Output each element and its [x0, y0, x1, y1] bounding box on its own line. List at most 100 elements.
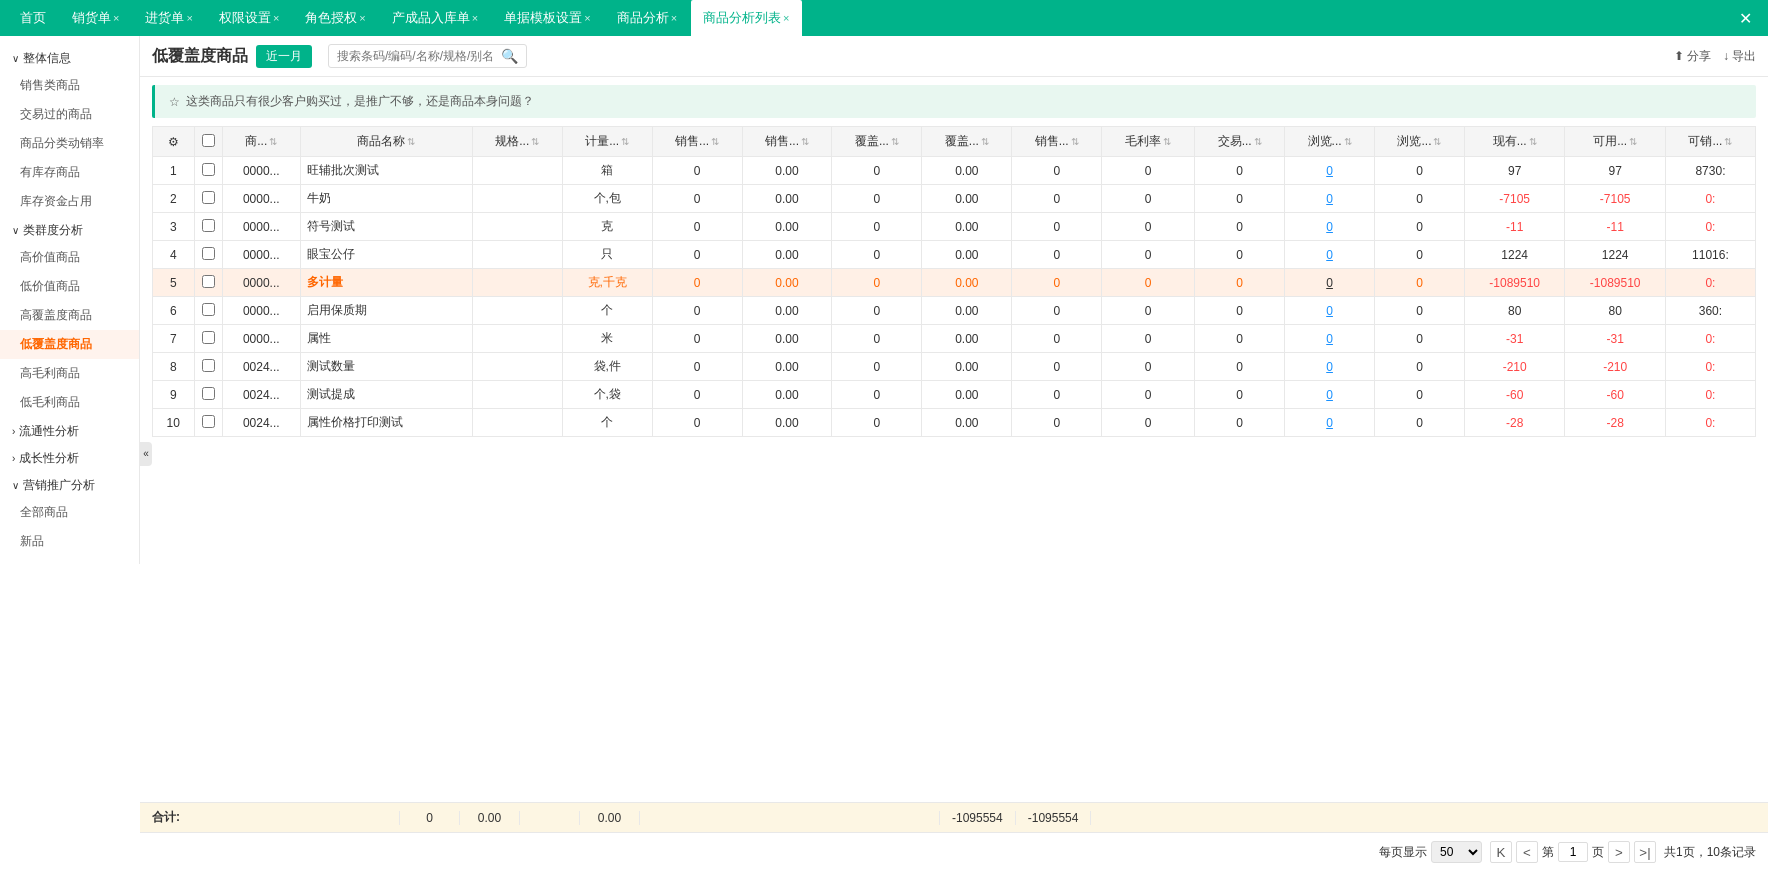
sidebar-section-成长性分析[interactable]: ›成长性分析	[0, 444, 139, 471]
row-no: 4	[153, 241, 195, 269]
nav-item-单据模板设置[interactable]: 单据模板设置 ×	[492, 0, 602, 36]
row-checkbox[interactable]	[194, 157, 222, 185]
row-checkbox[interactable]	[194, 297, 222, 325]
row-unit: 只	[562, 241, 652, 269]
row-available: -11	[1565, 213, 1665, 241]
share-button[interactable]: ⬆ 分享	[1674, 48, 1711, 65]
row-browse1[interactable]: 0	[1285, 213, 1375, 241]
nav-close-icon[interactable]: ×	[783, 12, 789, 24]
row-sales3: 0	[1012, 297, 1102, 325]
nav-item-权限设置[interactable]: 权限设置 ×	[207, 0, 291, 36]
nav-item-销货单[interactable]: 销货单 ×	[60, 0, 131, 36]
row-trade: 0	[1195, 269, 1285, 297]
row-browse1[interactable]: 0	[1285, 381, 1375, 409]
row-browse2: 0	[1375, 157, 1465, 185]
sidebar-item-低价值商品[interactable]: 低价值商品	[0, 272, 139, 301]
sidebar-item-全部商品[interactable]: 全部商品	[0, 498, 139, 527]
row-sales-qty: 0	[652, 381, 742, 409]
row-checkbox[interactable]	[194, 381, 222, 409]
nav-item-商品分析列表[interactable]: 商品分析列表 ×	[691, 0, 801, 36]
row-checkbox[interactable]	[194, 269, 222, 297]
per-page-select[interactable]: 102050100	[1431, 841, 1482, 863]
row-browse1[interactable]: 0	[1285, 325, 1375, 353]
nav-item-商品分析[interactable]: 商品分析 ×	[605, 0, 689, 36]
row-checkbox[interactable]	[194, 213, 222, 241]
sidebar-item-销售类商品[interactable]: 销售类商品	[0, 71, 139, 100]
sidebar-item-新品[interactable]: 新品	[0, 527, 139, 556]
row-browse1[interactable]: 0	[1285, 269, 1375, 297]
nav-close-icon[interactable]: ×	[584, 12, 590, 24]
table-row: 10 0024... 属性价格打印测试 个 0 0.00 0 0.00 0 0 …	[153, 409, 1756, 437]
row-coverage1: 0	[832, 297, 922, 325]
row-code: 0000...	[222, 325, 300, 353]
row-checkbox[interactable]	[194, 325, 222, 353]
sidebar-section-整体信息[interactable]: ∨整体信息	[0, 44, 139, 71]
col-coverage2: 覆盖...⇅	[922, 127, 1012, 157]
row-browse1[interactable]: 0	[1285, 185, 1375, 213]
row-coverage1: 0	[832, 213, 922, 241]
last-page-button[interactable]: >|	[1634, 841, 1656, 863]
row-gross: 0	[1102, 325, 1195, 353]
sidebar-section-营销推广分析[interactable]: ∨营销推广分析	[0, 471, 139, 498]
row-browse1[interactable]: 0	[1285, 353, 1375, 381]
row-browse1[interactable]: 0	[1285, 157, 1375, 185]
nav-item-产成品入库单[interactable]: 产成品入库单 ×	[380, 0, 490, 36]
row-checkbox[interactable]	[194, 185, 222, 213]
nav-close-icon[interactable]: ×	[113, 12, 119, 24]
sidebar-item-交易过的商品[interactable]: 交易过的商品	[0, 100, 139, 129]
nav-close-icon[interactable]: ×	[273, 12, 279, 24]
total-sales-amt: 0.00	[460, 811, 520, 825]
sidebar-section-流通性分析[interactable]: ›流通性分析	[0, 417, 139, 444]
checkbox-header[interactable]	[194, 127, 222, 157]
row-spec	[472, 213, 562, 241]
nav-close-icon[interactable]: ×	[472, 12, 478, 24]
nav-close-icon[interactable]: ×	[671, 12, 677, 24]
settings-header[interactable]: ⚙	[153, 127, 195, 157]
sidebar-item-有库存商品[interactable]: 有库存商品	[0, 158, 139, 187]
row-browse1[interactable]: 0	[1285, 409, 1375, 437]
search-icon[interactable]: 🔍	[501, 48, 518, 64]
sidebar-section-类群度分析[interactable]: ∨类群度分析	[0, 216, 139, 243]
prev-page-button[interactable]: <	[1516, 841, 1538, 863]
sidebar-collapse-button[interactable]: «	[140, 442, 152, 466]
row-sales-qty: 0	[652, 409, 742, 437]
sidebar-item-低毛利商品[interactable]: 低毛利商品	[0, 388, 139, 417]
row-sales-qty: 0	[652, 213, 742, 241]
search-input[interactable]	[337, 49, 497, 63]
row-spec	[472, 269, 562, 297]
app-close-button[interactable]: ✕	[1731, 9, 1760, 28]
row-browse1[interactable]: 0	[1285, 297, 1375, 325]
first-page-button[interactable]: K	[1490, 841, 1512, 863]
top-navigation: 首页销货单 ×进货单 ×权限设置 ×角色授权 ×产成品入库单 ×单据模板设置 ×…	[0, 0, 1768, 36]
row-browse1[interactable]: 0	[1285, 241, 1375, 269]
sidebar-item-高价值商品[interactable]: 高价值商品	[0, 243, 139, 272]
nav-close-icon[interactable]: ×	[359, 12, 365, 24]
nav-item-角色授权[interactable]: 角色授权 ×	[293, 0, 377, 36]
col-name: 商品名称⇅	[300, 127, 472, 157]
page-input[interactable]	[1558, 842, 1588, 862]
nav-item-进货单[interactable]: 进货单 ×	[133, 0, 204, 36]
row-gross: 0	[1102, 213, 1195, 241]
row-coverage2: 0.00	[922, 409, 1012, 437]
row-spec	[472, 353, 562, 381]
sidebar-item-库存资金占用[interactable]: 库存资金占用	[0, 187, 139, 216]
info-text: 这类商品只有很少客户购买过，是推广不够，还是商品本身问题？	[186, 93, 534, 110]
nav-close-icon[interactable]: ×	[186, 12, 192, 24]
date-filter-button[interactable]: 近一月	[256, 45, 312, 68]
sidebar-item-商品分类动销率[interactable]: 商品分类动销率	[0, 129, 139, 158]
sidebar-item-高覆盖度商品[interactable]: 高覆盖度商品	[0, 301, 139, 330]
row-checkbox[interactable]	[194, 409, 222, 437]
header-actions: ⬆ 分享 ↓ 导出	[1674, 48, 1756, 65]
next-page-button[interactable]: >	[1608, 841, 1630, 863]
chevron-icon: ∨	[12, 53, 19, 64]
row-sellable: 0:	[1665, 213, 1755, 241]
export-button[interactable]: ↓ 导出	[1723, 48, 1756, 65]
row-checkbox[interactable]	[194, 241, 222, 269]
sidebar-item-低覆盖度商品[interactable]: 低覆盖度商品	[0, 330, 139, 359]
row-coverage2: 0.00	[922, 297, 1012, 325]
nav-item-首页[interactable]: 首页	[8, 0, 58, 36]
row-unit: 克,千克	[562, 269, 652, 297]
row-name: 属性	[300, 325, 472, 353]
row-checkbox[interactable]	[194, 353, 222, 381]
sidebar-item-高毛利商品[interactable]: 高毛利商品	[0, 359, 139, 388]
